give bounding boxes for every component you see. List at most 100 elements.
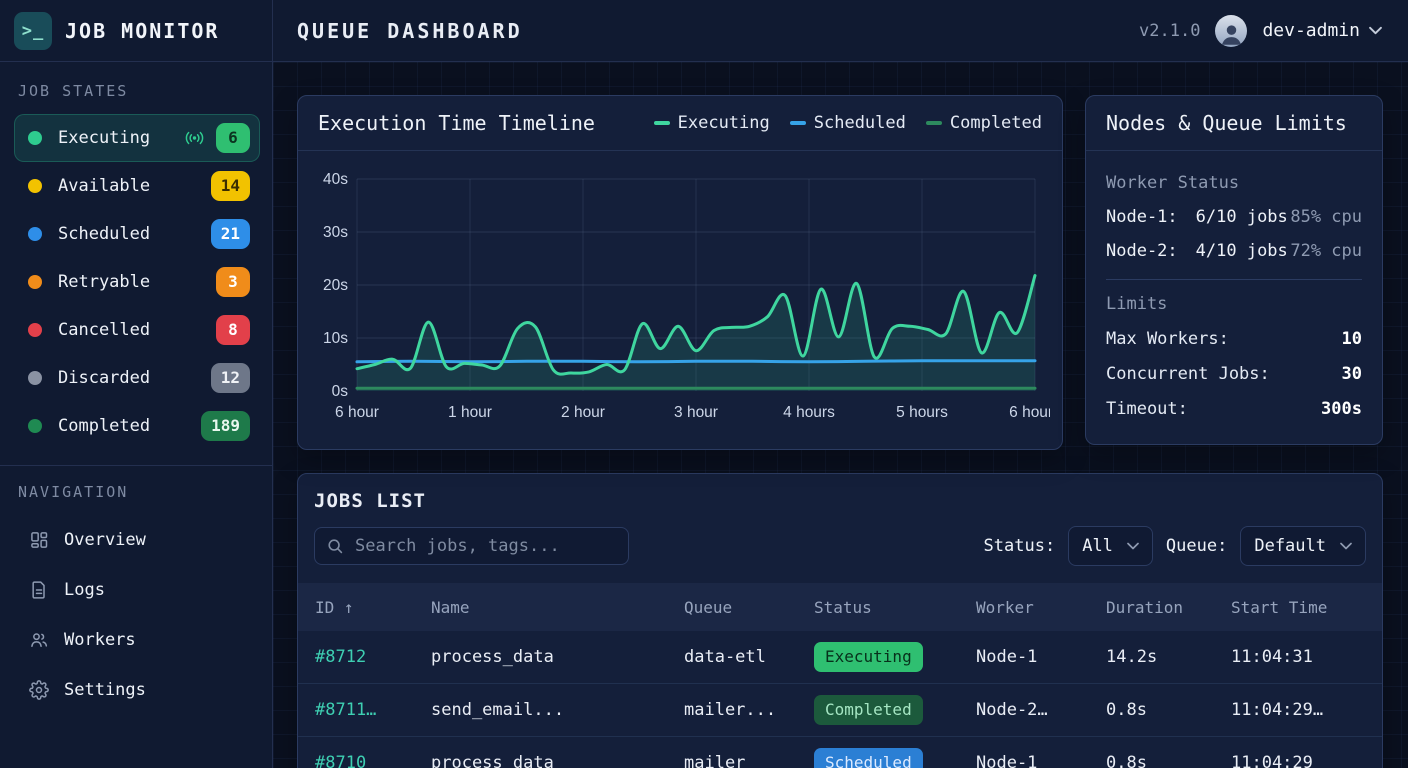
page-title: QUEUE DASHBOARD — [297, 18, 523, 43]
avatar[interactable] — [1215, 14, 1248, 47]
table-row[interactable]: #8710 process_data mailer Scheduled Node… — [298, 737, 1382, 768]
job-start-time: 11:04:29 — [1231, 753, 1313, 768]
queue-filter-value: Default — [1254, 536, 1326, 556]
state-count-badge: 12 — [210, 362, 250, 394]
job-name: process_data — [431, 647, 554, 667]
legend-label: Scheduled — [813, 113, 906, 133]
nodes-limits-panel: Nodes & Queue Limits Worker Status Node-… — [1085, 95, 1383, 445]
legend-dash-executing — [653, 121, 670, 125]
node-cpu: 72% cpu — [1290, 241, 1362, 261]
status-filter-value: All — [1082, 536, 1113, 556]
limit-value: 10 — [1341, 329, 1362, 349]
svg-text:40s: 40s — [323, 171, 348, 188]
node-jobs: 4/10 jobs — [1195, 241, 1288, 261]
dashboard-grid-icon — [31, 532, 48, 548]
user-name: dev-admin — [1262, 20, 1360, 41]
legend-dash-completed — [925, 121, 942, 125]
column-header-start-time[interactable]: Start Time — [1214, 598, 1382, 617]
legend-label: Completed — [949, 113, 1042, 133]
table-row[interactable]: #8711… send_email... mailer... Completed… — [298, 684, 1382, 737]
state-count-badge: 21 — [210, 218, 250, 250]
node-status-row: Node-2: 4/10 jobs 72% cpu — [1106, 241, 1362, 261]
sidebar-item-discarded[interactable]: Discarded 12 — [14, 354, 260, 402]
search-input[interactable] — [353, 535, 616, 557]
sidebar-item-overview[interactable]: Overview — [14, 515, 260, 565]
version-label: v2.1.0 — [1139, 20, 1201, 41]
job-duration: 14.2s — [1106, 647, 1158, 667]
node-status-row: Node-1: 6/10 jobs 85% cpu — [1106, 207, 1362, 227]
sidebar-item-completed[interactable]: Completed 189 — [14, 402, 260, 450]
sidebar: JOB STATES Executing 6 Available 14 Sche… — [0, 62, 273, 768]
table-filters: Status: All Queue: Default — [984, 526, 1366, 566]
header-right: v2.1.0 dev-admin — [1139, 14, 1382, 47]
svg-text:6 hours: 6 hours — [1009, 404, 1050, 421]
chart-title: Execution Time Timeline — [318, 111, 595, 135]
svg-text:10s: 10s — [323, 330, 348, 347]
worker-status-heading: Worker Status — [1106, 173, 1240, 193]
job-worker: Node-1 — [976, 753, 1038, 768]
limit-label: Timeout: — [1106, 399, 1188, 419]
chevron-down-icon — [1369, 26, 1382, 35]
sidebar-item-scheduled[interactable]: Scheduled 21 — [14, 210, 260, 258]
column-header-duration[interactable]: Duration — [1089, 598, 1214, 617]
sidebar-divider — [0, 465, 272, 466]
limit-row: Concurrent Jobs: 30 — [1106, 364, 1362, 384]
gear-icon — [29, 680, 49, 700]
job-worker: Node-2… — [976, 700, 1048, 720]
job-start-time: 11:04:29… — [1231, 700, 1324, 720]
state-dot — [28, 275, 42, 289]
column-header-status[interactable]: Status — [797, 598, 959, 617]
job-id-link[interactable]: #8710 — [298, 753, 414, 768]
limit-value: 300s — [1321, 399, 1362, 419]
user-menu[interactable]: dev-admin — [1262, 20, 1382, 41]
status-filter-label: Status: — [983, 536, 1056, 556]
job-worker: Node-1 — [976, 647, 1038, 667]
state-label: Completed — [58, 416, 151, 436]
state-count-badge: 3 — [216, 266, 250, 298]
queue-filter-label: Queue: — [1165, 536, 1228, 556]
state-count-badge: 6 — [216, 122, 250, 154]
chevron-down-icon — [1127, 542, 1139, 550]
node-cpu: 85% cpu — [1290, 207, 1362, 227]
search-box[interactable] — [314, 527, 629, 565]
state-label: Available — [58, 176, 151, 196]
app-logo[interactable]: >_ JOB MONITOR — [0, 0, 273, 61]
main-content: Execution Time Timeline Executing Schedu… — [273, 62, 1408, 768]
state-count-badge: 8 — [216, 314, 250, 346]
sidebar-item-cancelled[interactable]: Cancelled 8 — [14, 306, 260, 354]
svg-text:6 hour: 6 hour — [335, 404, 379, 421]
execution-timeline-panel: Execution Time Timeline Executing Schedu… — [297, 95, 1063, 450]
nav-label: Logs — [64, 580, 105, 600]
state-dot — [28, 371, 42, 385]
sidebar-item-logs[interactable]: Logs — [14, 565, 260, 615]
sidebar-item-available[interactable]: Available 14 — [14, 162, 260, 210]
terminal-icon: >_ — [14, 11, 52, 50]
state-dot — [28, 131, 42, 145]
svg-text:20s: 20s — [323, 277, 348, 294]
jobs-list-panel: JOBS LIST Status: All Queue: Default — [297, 473, 1383, 768]
state-count-badge: 189 — [201, 410, 250, 442]
sidebar-item-settings[interactable]: Settings — [14, 665, 260, 715]
queue-filter-select[interactable]: Default — [1240, 526, 1366, 566]
limit-label: Max Workers: — [1106, 329, 1229, 349]
sidebar-item-executing[interactable]: Executing 6 — [14, 114, 260, 162]
state-dot — [28, 227, 42, 241]
column-header-worker[interactable]: Worker — [959, 598, 1089, 617]
svg-text:2 hour: 2 hour — [561, 404, 605, 421]
nodes-panel-title: Nodes & Queue Limits — [1106, 111, 1347, 135]
column-header-queue[interactable]: Queue — [667, 598, 797, 617]
table-row[interactable]: #8712 process_data data-etl Executing No… — [298, 631, 1382, 684]
sidebar-item-workers[interactable]: Workers — [14, 615, 260, 665]
column-header-name[interactable]: Name — [414, 598, 667, 617]
sidebar-item-retryable[interactable]: Retryable 3 — [14, 258, 260, 306]
svg-text:0s: 0s — [332, 383, 349, 400]
status-filter-select[interactable]: All — [1068, 526, 1153, 566]
column-header-id[interactable]: ID ↑ — [298, 598, 414, 617]
job-id-link[interactable]: #8712 — [298, 647, 414, 667]
status-badge: Executing — [814, 641, 923, 673]
svg-text:3 hour: 3 hour — [674, 404, 718, 421]
svg-text:4 hours: 4 hours — [783, 404, 835, 421]
job-id-link[interactable]: #8711… — [298, 700, 414, 720]
state-count-badge: 14 — [210, 170, 250, 202]
search-icon — [328, 539, 343, 554]
